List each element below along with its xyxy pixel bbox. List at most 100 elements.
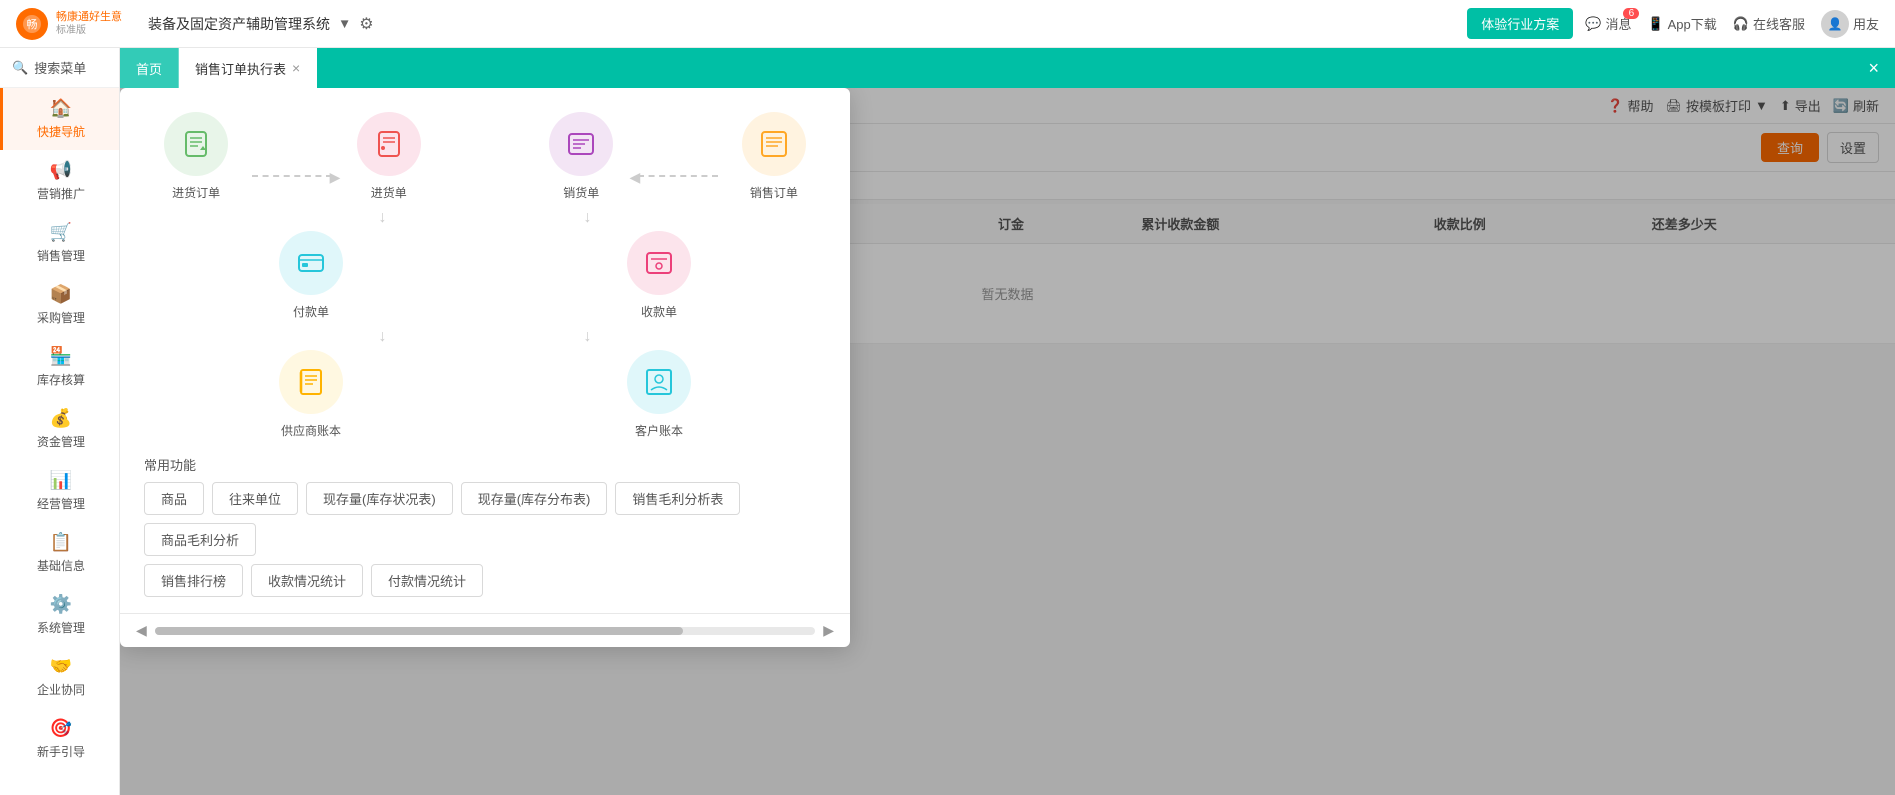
search-menu-label: 搜索菜单 bbox=[34, 58, 86, 77]
sidebar-item-label: 营销推广 bbox=[37, 185, 85, 202]
search-menu-btn[interactable]: 🔍 搜索菜单 bbox=[0, 48, 119, 88]
handshake-icon: 🤝 bbox=[50, 656, 72, 677]
gear-icon: ⚙️ bbox=[50, 594, 72, 615]
purchase-order-label: 进货订单 bbox=[172, 184, 220, 201]
sales-order-label: 销售订单 bbox=[750, 184, 798, 201]
payment-slip-icon bbox=[279, 231, 343, 295]
supplier-ledger-icon bbox=[279, 350, 343, 414]
sidebar-item-sales[interactable]: 🛒 销售管理 bbox=[0, 212, 119, 274]
sales-slip-label: 销货单 bbox=[563, 184, 599, 201]
customer-ledger-label: 客户账本 bbox=[635, 422, 683, 439]
top-header: 畅 畅康通好生意 标准版 装备及固定资产辅助管理系统 ▼ ⚙ 体验行业方案 💬 … bbox=[0, 0, 1895, 48]
message-btn[interactable]: 💬 消息 6 bbox=[1585, 14, 1631, 33]
sidebar-item-label: 快捷导航 bbox=[37, 123, 85, 140]
system-name: 装备及固定资产辅助管理系统 bbox=[148, 14, 330, 34]
sidebar-item-finance[interactable]: 💰 资金管理 bbox=[0, 398, 119, 460]
sidebar-item-system[interactable]: ⚙️ 系统管理 bbox=[0, 584, 119, 646]
common-btn-3[interactable]: 现存量(库存分布表) bbox=[461, 482, 608, 515]
scroll-bar-area: ◀ ▶ bbox=[120, 613, 850, 647]
common-btn-5[interactable]: 商品毛利分析 bbox=[144, 523, 256, 556]
payment-slip-label: 付款单 bbox=[293, 303, 329, 320]
logo-area: 畅 畅康通好生意 标准版 bbox=[16, 8, 136, 40]
common-buttons: 商品 往来单位 现存量(库存状况表) 现存量(库存分布表) 销售毛利分析表 商品… bbox=[144, 482, 826, 556]
scroll-thumb bbox=[155, 627, 683, 635]
header-right: 💬 消息 6 📱 App下载 🎧 在线客服 👤 用友 bbox=[1585, 10, 1879, 38]
user-menu[interactable]: 👤 用友 bbox=[1821, 10, 1879, 38]
clipboard-icon: 📋 bbox=[50, 532, 72, 553]
page-content: ❓ 帮助 🖨 按模板打印 ▼ ⬆ 导出 🔄 刷新 bbox=[120, 88, 1895, 795]
receipt-slip-icon bbox=[627, 231, 691, 295]
sidebar-item-newbie[interactable]: 🎯 新手引导 bbox=[0, 708, 119, 770]
common-btn-4[interactable]: 销售毛利分析表 bbox=[615, 482, 740, 515]
tab-bar-collapse-btn[interactable]: × bbox=[1852, 58, 1895, 79]
sidebar-item-inventory[interactable]: 🏪 库存核算 bbox=[0, 336, 119, 398]
store-icon: 🏪 bbox=[50, 346, 72, 367]
flow-item-customer-ledger[interactable]: 客户账本 bbox=[627, 350, 691, 439]
scroll-right-btn[interactable]: ▶ bbox=[823, 622, 834, 639]
purchase-order-icon bbox=[164, 112, 228, 176]
tab-sales-order-exec[interactable]: 销售订单执行表 × bbox=[179, 48, 317, 88]
flow-section: 进货订单 ▶ bbox=[120, 88, 850, 455]
target-icon: 🎯 bbox=[50, 718, 72, 739]
flow-item-purchase-slip[interactable]: 进货单 bbox=[357, 112, 421, 201]
sidebar-item-basic[interactable]: 📋 基础信息 bbox=[0, 522, 119, 584]
sidebar-item-label: 销售管理 bbox=[37, 247, 85, 264]
sidebar-item-label: 新手引导 bbox=[37, 743, 85, 760]
sidebar-item-label: 系统管理 bbox=[37, 619, 85, 636]
app-download-btn[interactable]: 📱 App下载 bbox=[1647, 14, 1716, 33]
flow-item-supplier-ledger[interactable]: 供应商账本 bbox=[279, 350, 343, 439]
purchase-slip-label: 进货单 bbox=[371, 184, 407, 201]
sidebar-item-label: 资金管理 bbox=[37, 433, 85, 450]
money-icon: 💰 bbox=[50, 408, 72, 429]
sidebar-item-enterprise[interactable]: 🤝 企业协同 bbox=[0, 646, 119, 708]
search-icon: 🔍 bbox=[12, 60, 28, 76]
message-badge: 6 bbox=[1623, 8, 1639, 19]
megaphone-icon: 📢 bbox=[50, 160, 72, 181]
logo-icon: 畅 bbox=[16, 8, 48, 40]
customer-ledger-icon bbox=[627, 350, 691, 414]
common-btn-0[interactable]: 商品 bbox=[144, 482, 204, 515]
scroll-track[interactable] bbox=[155, 627, 815, 635]
flow-item-purchase-order[interactable]: 进货订单 bbox=[164, 112, 228, 201]
sidebar-item-operation[interactable]: 📊 经营管理 bbox=[0, 460, 119, 522]
common-btn-7[interactable]: 收款情况统计 bbox=[251, 564, 363, 597]
flow-item-receipt-slip[interactable]: 收款单 bbox=[627, 231, 691, 320]
phone-icon: 📱 bbox=[1647, 16, 1663, 32]
sidebar-item-label: 基础信息 bbox=[37, 557, 85, 574]
tab-home[interactable]: 首页 bbox=[120, 48, 179, 88]
common-btn-6[interactable]: 销售排行榜 bbox=[144, 564, 243, 597]
sales-order-icon bbox=[742, 112, 806, 176]
headset-icon: 🎧 bbox=[1733, 16, 1749, 32]
common-btn-8[interactable]: 付款情况统计 bbox=[371, 564, 483, 597]
sidebar-item-label: 经营管理 bbox=[37, 495, 85, 512]
system-dropdown-btn[interactable]: ▼ bbox=[338, 16, 351, 31]
online-service-btn[interactable]: 🎧 在线客服 bbox=[1733, 14, 1805, 33]
svg-text:畅: 畅 bbox=[27, 17, 38, 31]
modal-box: 进货订单 ▶ bbox=[120, 88, 850, 647]
tab-close-btn[interactable]: × bbox=[292, 60, 300, 76]
flow-item-sales-slip[interactable]: 销货单 bbox=[549, 112, 613, 201]
chart-icon: 📊 bbox=[50, 470, 72, 491]
common-btn-1[interactable]: 往来单位 bbox=[212, 482, 298, 515]
sidebar-item-label: 库存核算 bbox=[37, 371, 85, 388]
tab-bar: 首页 销售订单执行表 × × bbox=[120, 48, 1895, 88]
system-settings-btn[interactable]: ⚙ bbox=[359, 14, 373, 34]
trial-btn[interactable]: 体验行业方案 bbox=[1467, 8, 1573, 39]
avatar: 👤 bbox=[1821, 10, 1849, 38]
main-area: 🔍 搜索菜单 🏠 快捷导航 📢 营销推广 🛒 销售管理 📦 采购管理 🏪 bbox=[0, 48, 1895, 795]
sidebar-item-marketing[interactable]: 📢 营销推广 bbox=[0, 150, 119, 212]
home-icon: 🏠 bbox=[50, 98, 72, 119]
common-buttons-row2: 销售排行榜 收款情况统计 付款情况统计 bbox=[144, 564, 826, 597]
common-btn-2[interactable]: 现存量(库存状况表) bbox=[306, 482, 453, 515]
box-icon: 📦 bbox=[50, 284, 72, 305]
flow-item-sales-order[interactable]: 销售订单 bbox=[742, 112, 806, 201]
sales-slip-icon bbox=[549, 112, 613, 176]
sidebar-item-purchase[interactable]: 📦 采购管理 bbox=[0, 274, 119, 336]
tab-home-label: 首页 bbox=[136, 59, 162, 78]
message-icon: 💬 bbox=[1585, 16, 1601, 32]
supplier-ledger-label: 供应商账本 bbox=[281, 422, 341, 439]
scroll-left-btn[interactable]: ◀ bbox=[136, 622, 147, 639]
flow-item-payment-slip[interactable]: 付款单 bbox=[279, 231, 343, 320]
sidebar-item-quick-nav[interactable]: 🏠 快捷导航 bbox=[0, 88, 119, 150]
system-title: 装备及固定资产辅助管理系统 ▼ ⚙ bbox=[148, 14, 1455, 34]
